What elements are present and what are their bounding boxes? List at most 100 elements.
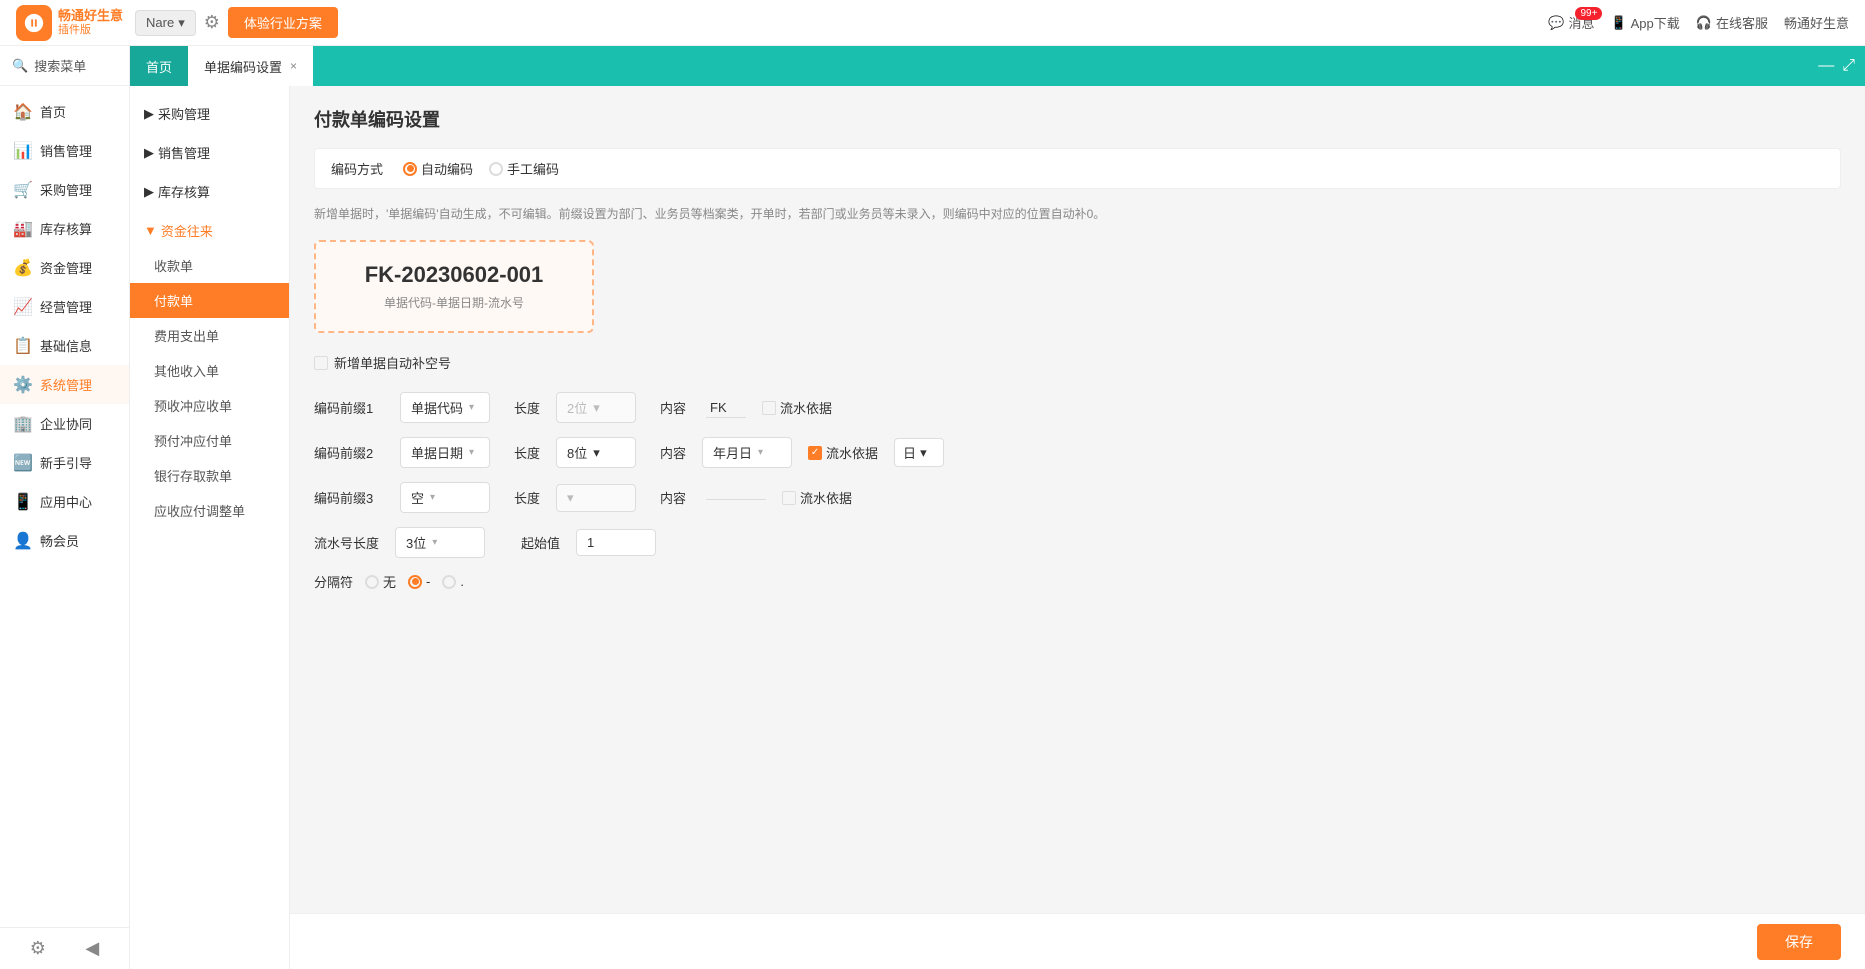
serial-length-arrow: ▾ — [432, 537, 437, 548]
length2-arrow: ▾ — [593, 445, 600, 461]
sub-menu-sales[interactable]: ▶ 销售管理 — [130, 135, 289, 170]
sidebar-collapse-icon[interactable]: ◀ — [85, 938, 99, 959]
content2-label: 内容 — [660, 443, 686, 462]
length2-select[interactable]: 8位 ▾ — [556, 437, 636, 468]
logo-icon — [16, 5, 52, 41]
length2-label: 长度 — [514, 443, 540, 462]
radio-manual-label: 手工编码 — [507, 159, 559, 178]
serial1-checkbox[interactable] — [762, 401, 776, 415]
sidebar-item-inventory[interactable]: 🏭 库存核算 — [0, 209, 129, 248]
serial2-period: 日 — [903, 443, 916, 462]
radio-manual-dot — [489, 162, 503, 176]
sub-menu-item-other-income[interactable]: 其他收入单 — [130, 353, 289, 388]
prefix3-select[interactable]: 空 ▾ — [400, 482, 490, 513]
sub-menu-purchase[interactable]: ▶ 采购管理 — [130, 96, 289, 131]
sidebar-settings-icon[interactable]: ⚙ — [30, 938, 46, 959]
tab-encoding-label: 单据编码设置 — [204, 57, 282, 76]
serial2-checkbox[interactable] — [808, 446, 822, 460]
sub-menu-item-receipt[interactable]: 收款单 — [130, 248, 289, 283]
messages-action[interactable]: 💬 消息 99+ — [1548, 13, 1594, 32]
sep-dash-radio[interactable]: - — [408, 574, 430, 589]
sub-menu-inventory[interactable]: ▶ 库存核算 — [130, 174, 289, 209]
start-value-input[interactable] — [576, 529, 656, 556]
sidebar-item-label: 基础信息 — [40, 336, 92, 355]
sidebar-item-guide[interactable]: 🆕 新手引导 — [0, 443, 129, 482]
sub-menu-item-advance-payment[interactable]: 预付冲应付单 — [130, 423, 289, 458]
sub-menu-item-expense[interactable]: 费用支出单 — [130, 318, 289, 353]
online-service-label: 在线客服 — [1716, 13, 1768, 32]
sidebar-item-home[interactable]: 🏠 首页 — [0, 92, 129, 131]
sep-dot-label: . — [460, 574, 464, 589]
sidebar-item-label: 新手引导 — [40, 453, 92, 472]
topbar-left: 畅通好生意 插件版 Nare ▾ ⚙ 体验行业方案 — [16, 5, 338, 41]
sidebar-item-sales[interactable]: 📊 销售管理 — [0, 131, 129, 170]
prefix2-arrow: ▾ — [469, 447, 474, 458]
prefix2-select[interactable]: 单据日期 ▾ — [400, 437, 490, 468]
sub-menu-inventory-label: 库存核算 — [158, 182, 210, 201]
length1-arrow: ▾ — [593, 400, 600, 416]
serial-length-select[interactable]: 3位 ▾ — [395, 527, 485, 558]
nav-dropdown[interactable]: Nare ▾ — [135, 10, 196, 36]
serial3-checkbox-item: 流水依据 — [782, 488, 852, 507]
sub-menu-item-adjust[interactable]: 应收应付调整单 — [130, 493, 289, 528]
content1-value: FK — [706, 398, 746, 418]
serial-length-value: 3位 — [406, 533, 426, 552]
sidebar-item-finance[interactable]: 💰 资金管理 — [0, 248, 129, 287]
sub-menu-item-advance-receipt[interactable]: 预收冲应收单 — [130, 388, 289, 423]
online-service-action[interactable]: 🎧 在线客服 — [1696, 13, 1768, 32]
main-layout: 🔍 搜索菜单 🏠 首页 📊 销售管理 🛒 采购管理 🏭 库存核算 💰 — [0, 46, 1865, 969]
sidebar-item-app[interactable]: 📱 应用中心 — [0, 482, 129, 521]
sidebar-menu: 🏠 首页 📊 销售管理 🛒 采购管理 🏭 库存核算 💰 资金管理 📈 经 — [0, 86, 129, 927]
tab-home[interactable]: 首页 — [130, 46, 188, 86]
prefix2-row: 编码前缀2 单据日期 ▾ 长度 8位 ▾ 内容 — [314, 437, 1841, 468]
sidebar-item-label: 企业协同 — [40, 414, 92, 433]
serial2-period-select[interactable]: 日 ▾ — [894, 438, 944, 467]
sidebar-item-member[interactable]: 👤 畅会员 — [0, 521, 129, 560]
length1-select[interactable]: 2位 ▾ — [556, 392, 636, 423]
trial-button[interactable]: 体验行业方案 — [228, 7, 338, 38]
sep-dot-radio[interactable]: . — [442, 574, 464, 589]
sidebar-item-operation[interactable]: 📈 经营管理 — [0, 287, 129, 326]
sidebar-item-label: 库存核算 — [40, 219, 92, 238]
auto-fill-row: 新增单据自动补空号 — [314, 353, 1841, 372]
sub-menu-finance[interactable]: ▼ 资金往来 — [130, 213, 289, 248]
page-title: 付款单编码设置 — [314, 106, 1841, 132]
app-icon: 📱 — [14, 493, 32, 511]
content3-label: 内容 — [660, 488, 686, 507]
sidebar-search[interactable]: 🔍 搜索菜单 — [0, 46, 129, 86]
tab-expand-icon[interactable]: ⤢ — [1842, 57, 1855, 75]
sidebar-item-enterprise[interactable]: 🏢 企业协同 — [0, 404, 129, 443]
sub-menu-item-bank-deposit[interactable]: 银行存取款单 — [130, 458, 289, 493]
sub-menu-item-payment[interactable]: 付款单 — [130, 283, 289, 318]
chevron-down-icon: ▾ — [178, 15, 185, 31]
radio-auto[interactable]: 自动编码 — [403, 159, 473, 178]
sidebar-item-basic[interactable]: 📋 基础信息 — [0, 326, 129, 365]
sales-icon: 📊 — [14, 142, 32, 160]
encoding-method-label: 编码方式 — [331, 159, 383, 178]
prefix1-arrow: ▾ — [469, 402, 474, 413]
settings-icon[interactable]: ⚙ — [204, 12, 220, 33]
radio-auto-dot — [403, 162, 417, 176]
app-download-action[interactable]: 📱 App下载 — [1610, 13, 1679, 32]
messages-badge: 99+ — [1575, 7, 1602, 20]
sidebar-item-purchase[interactable]: 🛒 采购管理 — [0, 170, 129, 209]
serial2-label: 流水依据 — [826, 443, 878, 462]
radio-manual[interactable]: 手工编码 — [489, 159, 559, 178]
sidebar-item-label: 资金管理 — [40, 258, 92, 277]
separator-row: 分隔符 无 - — [314, 572, 1841, 591]
auto-fill-checkbox[interactable] — [314, 356, 328, 370]
prefix1-select[interactable]: 单据代码 ▾ — [400, 392, 490, 423]
sidebar-item-system[interactable]: ⚙️ 系统管理 — [0, 365, 129, 404]
prefix2-label: 编码前缀2 — [314, 443, 384, 462]
content2-select[interactable]: 年月日 ▾ — [702, 437, 792, 468]
tab-close-icon[interactable]: × — [290, 59, 297, 73]
serial3-checkbox[interactable] — [782, 491, 796, 505]
tab-encoding-settings[interactable]: 单据编码设置 × — [188, 46, 313, 86]
arrow-right-icon2: ▶ — [144, 145, 154, 161]
length3-select[interactable]: ▾ — [556, 484, 636, 512]
tab-collapse-icon[interactable]: — — [1818, 57, 1834, 75]
sep-none-radio[interactable]: 无 — [365, 572, 396, 591]
finance-icon: 💰 — [14, 259, 32, 277]
save-button[interactable]: 保存 — [1757, 924, 1841, 960]
prefix3-value: 空 — [411, 488, 424, 507]
